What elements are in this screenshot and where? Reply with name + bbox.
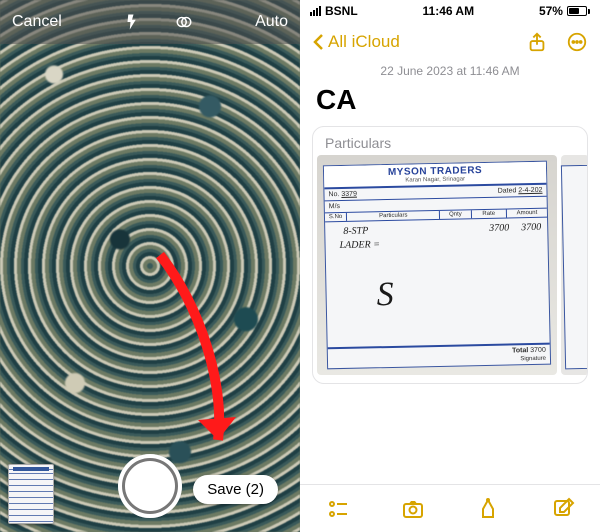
compose-icon — [551, 497, 575, 521]
receipt-total-value: 3700 — [530, 347, 546, 354]
receipt-amount: 3700 — [521, 222, 541, 233]
attachment-label: Particulars — [313, 127, 587, 155]
receipt-total-label: Total — [512, 347, 528, 354]
note-timestamp: 22 June 2023 at 11:46 AM — [300, 64, 600, 78]
col-sno: S.No — [325, 213, 347, 221]
notes-screen: BSNL 11:46 AM 57% All iCloud 22 — [300, 0, 600, 532]
col-rate: Rate — [471, 210, 507, 219]
carrier-label: BSNL — [325, 4, 358, 18]
back-label: All iCloud — [328, 32, 400, 52]
receipt-no-label: No. — [328, 191, 339, 198]
more-button[interactable] — [566, 31, 588, 53]
camera-viewfinder — [0, 0, 300, 532]
receipt-no-value: 3379 — [341, 191, 357, 198]
receipt: MYSON TRADERS Karan Nagar, Srinagar No. … — [323, 161, 551, 370]
receipt-rate: 3700 — [489, 222, 509, 233]
ellipsis-circle-icon — [566, 31, 588, 53]
share-icon — [526, 31, 548, 53]
receipt-date-value: 2-4-202 — [518, 187, 542, 195]
camera-topbar: Cancel Auto — [0, 0, 300, 44]
chevron-left-icon — [312, 33, 324, 51]
camera-icon — [401, 497, 425, 521]
col-qty: Qnty — [440, 210, 471, 219]
camera-button[interactable] — [400, 496, 426, 522]
signal-icon — [310, 6, 321, 16]
receipt-line1: 8-STP — [343, 225, 368, 237]
cancel-button[interactable]: Cancel — [12, 13, 62, 31]
scan-camera-screen: Cancel Auto Save (2) — [0, 0, 300, 532]
receipt-line2: LADER = — [339, 239, 380, 251]
markup-button[interactable] — [475, 496, 501, 522]
checklist-button[interactable] — [325, 496, 351, 522]
auto-mode-button[interactable]: Auto — [255, 13, 288, 31]
receipt-ms-label: M/s — [329, 203, 340, 210]
battery-percent: 57% — [539, 4, 563, 18]
scan-thumbnail[interactable] — [8, 464, 54, 524]
checklist-icon — [326, 497, 350, 521]
filter-icon[interactable] — [173, 11, 195, 33]
notes-toolbar — [300, 484, 600, 532]
col-amount: Amount — [507, 209, 547, 218]
save-button[interactable]: Save (2) — [193, 475, 278, 504]
note-title[interactable]: CA — [300, 84, 600, 116]
compose-button[interactable] — [550, 496, 576, 522]
shutter-button[interactable] — [118, 454, 182, 518]
scanned-page-1[interactable]: MYSON TRADERS Karan Nagar, Srinagar No. … — [317, 155, 557, 375]
receipt-date-label: Dated — [498, 187, 517, 194]
clock: 11:46 AM — [423, 4, 475, 18]
attachment-card[interactable]: Particulars MYSON TRADERS Karan Nagar, S… — [312, 126, 588, 384]
flash-icon[interactable] — [121, 11, 143, 33]
back-button[interactable]: All iCloud — [312, 32, 400, 52]
pencil-tip-icon — [476, 497, 500, 521]
battery-icon — [567, 6, 590, 16]
nav-bar: All iCloud — [300, 22, 600, 62]
status-bar: BSNL 11:46 AM 57% — [300, 0, 600, 22]
share-button[interactable] — [526, 31, 548, 53]
scanned-page-2[interactable] — [561, 155, 587, 375]
